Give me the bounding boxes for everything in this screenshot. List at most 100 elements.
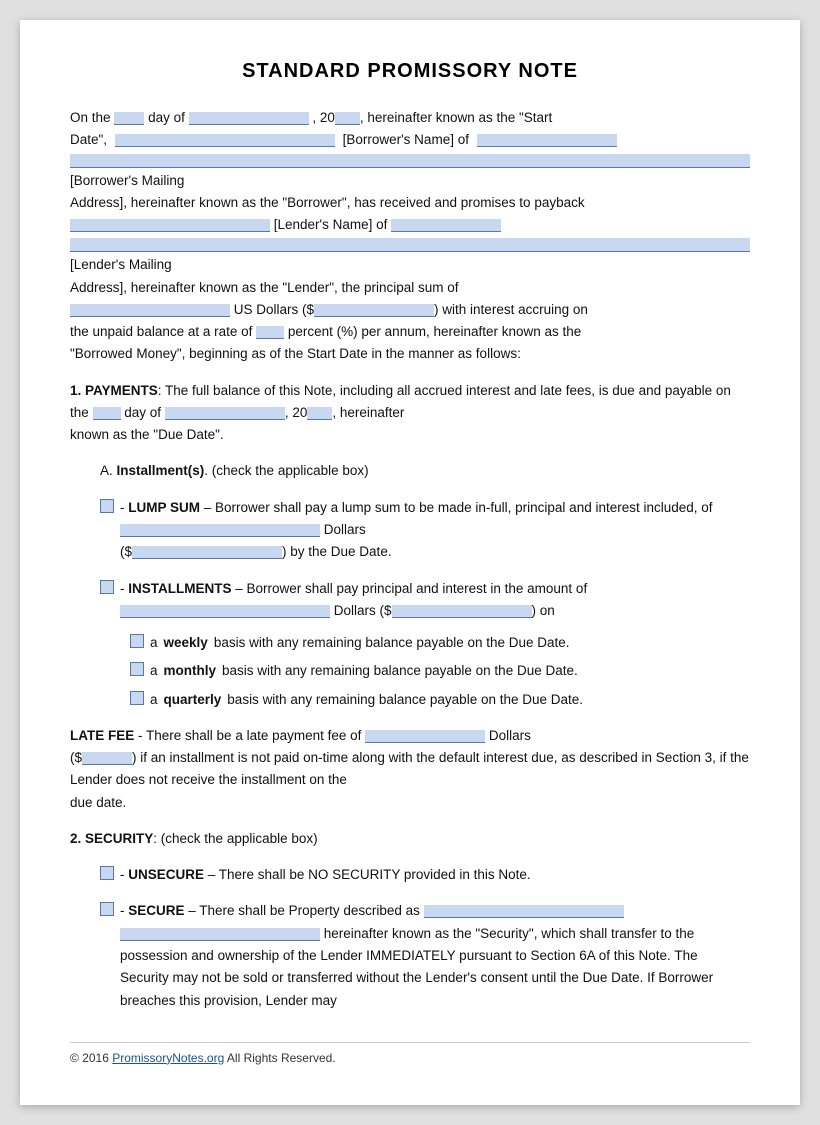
secure-property-blank[interactable] [424,905,624,918]
lump-sum-desc: – Borrower shall pay a lump sum to be ma… [200,500,713,515]
installments-dollar-blank[interactable] [392,605,532,618]
lump-sum-content: - LUMP SUM – Borrower shall pay a lump s… [120,497,750,564]
secure-property-blank2[interactable] [120,928,320,941]
late-fee-text: - There shall be a late payment fee of [134,728,365,743]
late-fee-section: LATE FEE - There shall be a late payment… [70,725,750,814]
lender-of-blank[interactable] [391,219,501,232]
intro-rate-suffix: percent (%) per annum, hereinafter known… [284,324,581,339]
installments-dollars: Dollars ($ [330,603,392,618]
installments-amount-blank[interactable] [120,605,330,618]
unsecure-checkbox[interactable] [100,866,114,880]
day-blank[interactable] [114,112,144,125]
intro-borrower-mailing: [Borrower's Mailing [70,173,184,188]
section1-known-as: known as the "Due Date". [70,427,224,442]
unsecure-text: – There shall be NO SECURITY provided in… [204,867,531,882]
late-fee-dollar-blank[interactable] [82,752,132,765]
borrower-of-blank[interactable] [477,134,617,147]
lump-sum-dollars: Dollars [320,522,366,537]
weekly-bold: weekly [164,632,208,654]
frequency-section: a weekly basis with any remaining balanc… [130,632,750,711]
section2-text: : (check the applicable box) [153,831,317,846]
intro-borrower-bracket: [Borrower's Name] of [343,132,469,147]
intro-paragraph: On the day of , 20, hereinafter known as… [70,107,750,366]
month-blank[interactable] [189,112,309,125]
intro-borrowed-money: "Borrowed Money", beginning as of the St… [70,346,521,361]
section1-label: 1. PAYMENTS [70,383,158,398]
lump-sum-dollar-blank[interactable] [132,546,282,559]
due-month-blank[interactable] [165,407,285,420]
section1-year-prefix: , 20 [285,405,308,420]
monthly-bold: monthly [164,660,217,682]
quarterly-checkbox[interactable] [130,691,144,705]
intro-interest-text: ) with interest accruing on [434,302,588,317]
due-day-blank[interactable] [93,407,121,420]
section1-payments: 1. PAYMENTS: The full balance of this No… [70,380,750,447]
section2-label: 2. SECURITY [70,831,153,846]
section1-day-of: day of [121,405,165,420]
installments-on: ) on [532,603,555,618]
installments-desc: – Borrower shall pay principal and inter… [232,581,588,596]
lump-sum-bold: LUMP SUM [128,500,200,515]
quarterly-bold: quarterly [164,689,222,711]
footer-rights: All Rights Reserved. [227,1051,336,1065]
sub-a-label: A. [100,463,117,478]
unsecure-bold: UNSECURE [128,867,204,882]
installments-bold: INSTALLMENTS [128,581,231,596]
footer-link[interactable]: PromissoryNotes.org [112,1051,224,1065]
weekly-checkbox[interactable] [130,634,144,648]
unsecure-content: - UNSECURE – There shall be NO SECURITY … [120,864,531,886]
quarterly-text: basis with any remaining balance payable… [227,689,583,711]
footer-copyright: © 2016 [70,1051,109,1065]
due-year-blank[interactable] [307,407,332,420]
sub-a-installments-label: Installment(s) [117,463,205,478]
lump-sum-dollar-prefix: ($ [120,544,132,559]
monthly-row: a monthly basis with any remaining balan… [130,660,750,682]
footer: © 2016 PromissoryNotes.org All Rights Re… [70,1042,750,1065]
late-fee-dollar-prefix: ($ [70,750,82,765]
late-fee-amount-blank[interactable] [365,730,485,743]
intro-usd-label: US Dollars ($ [234,302,314,317]
installments-content: - INSTALLMENTS – Borrower shall pay prin… [120,578,587,623]
intro-hereinafter: , hereinafter known as the "Start [360,110,552,125]
lump-sum-checkbox[interactable] [100,499,114,513]
lump-sum-dash: - [120,500,128,515]
installments-row: - INSTALLMENTS – Borrower shall pay prin… [100,578,750,623]
late-fee-due-date: due date. [70,795,126,810]
late-fee-bold: LATE FEE [70,728,134,743]
installments-section: - INSTALLMENTS – Borrower shall pay prin… [100,578,750,623]
year-blank[interactable] [335,112,360,125]
unsecure-section: - UNSECURE – There shall be NO SECURITY … [100,864,750,886]
lender-name-blank[interactable] [70,219,270,232]
intro-on-the: On the [70,110,111,125]
lump-sum-amount-blank[interactable] [120,524,320,537]
rate-blank[interactable] [256,326,284,339]
secure-checkbox[interactable] [100,902,114,916]
principal-amount-blank[interactable] [314,304,434,317]
sub-a-text: . (check the applicable box) [204,463,368,478]
intro-lender-of: [Lender's Name] of [274,217,391,232]
unsecure-dash: - [120,867,128,882]
document-title: STANDARD PROMISSORY NOTE [70,60,750,83]
installments-dash: - [120,581,128,596]
secure-content: - SECURE – There shall be Property descr… [120,900,750,1011]
installments-checkbox[interactable] [100,580,114,594]
monthly-checkbox[interactable] [130,662,144,676]
monthly-a: a [150,660,158,682]
intro-rate-prefix: the unpaid balance at a rate of [70,324,256,339]
principal-usd-blank[interactable] [70,304,230,317]
borrower-address-line1[interactable] [70,154,750,168]
secure-dash: - [120,903,128,918]
late-fee-suffix: ) if an installment is not paid on-time … [70,750,749,787]
section2-security: 2. SECURITY: (check the applicable box) [70,828,750,850]
quarterly-row: a quarterly basis with any remaining bal… [130,689,750,711]
weekly-text: basis with any remaining balance payable… [214,632,570,654]
intro-address-label: Address], hereinafter known as the "Borr… [70,195,585,210]
secure-bold: SECURE [128,903,184,918]
secure-section: - SECURE – There shall be Property descr… [100,900,750,1011]
document-page: STANDARD PROMISSORY NOTE On the day of ,… [20,20,800,1105]
lump-sum-suffix: ) by the Due Date. [282,544,392,559]
intro-day-of: day of [148,110,185,125]
lender-address-line1[interactable] [70,238,750,252]
borrower-name-blank[interactable] [115,134,335,147]
intro-date-label: Date", [70,132,107,147]
